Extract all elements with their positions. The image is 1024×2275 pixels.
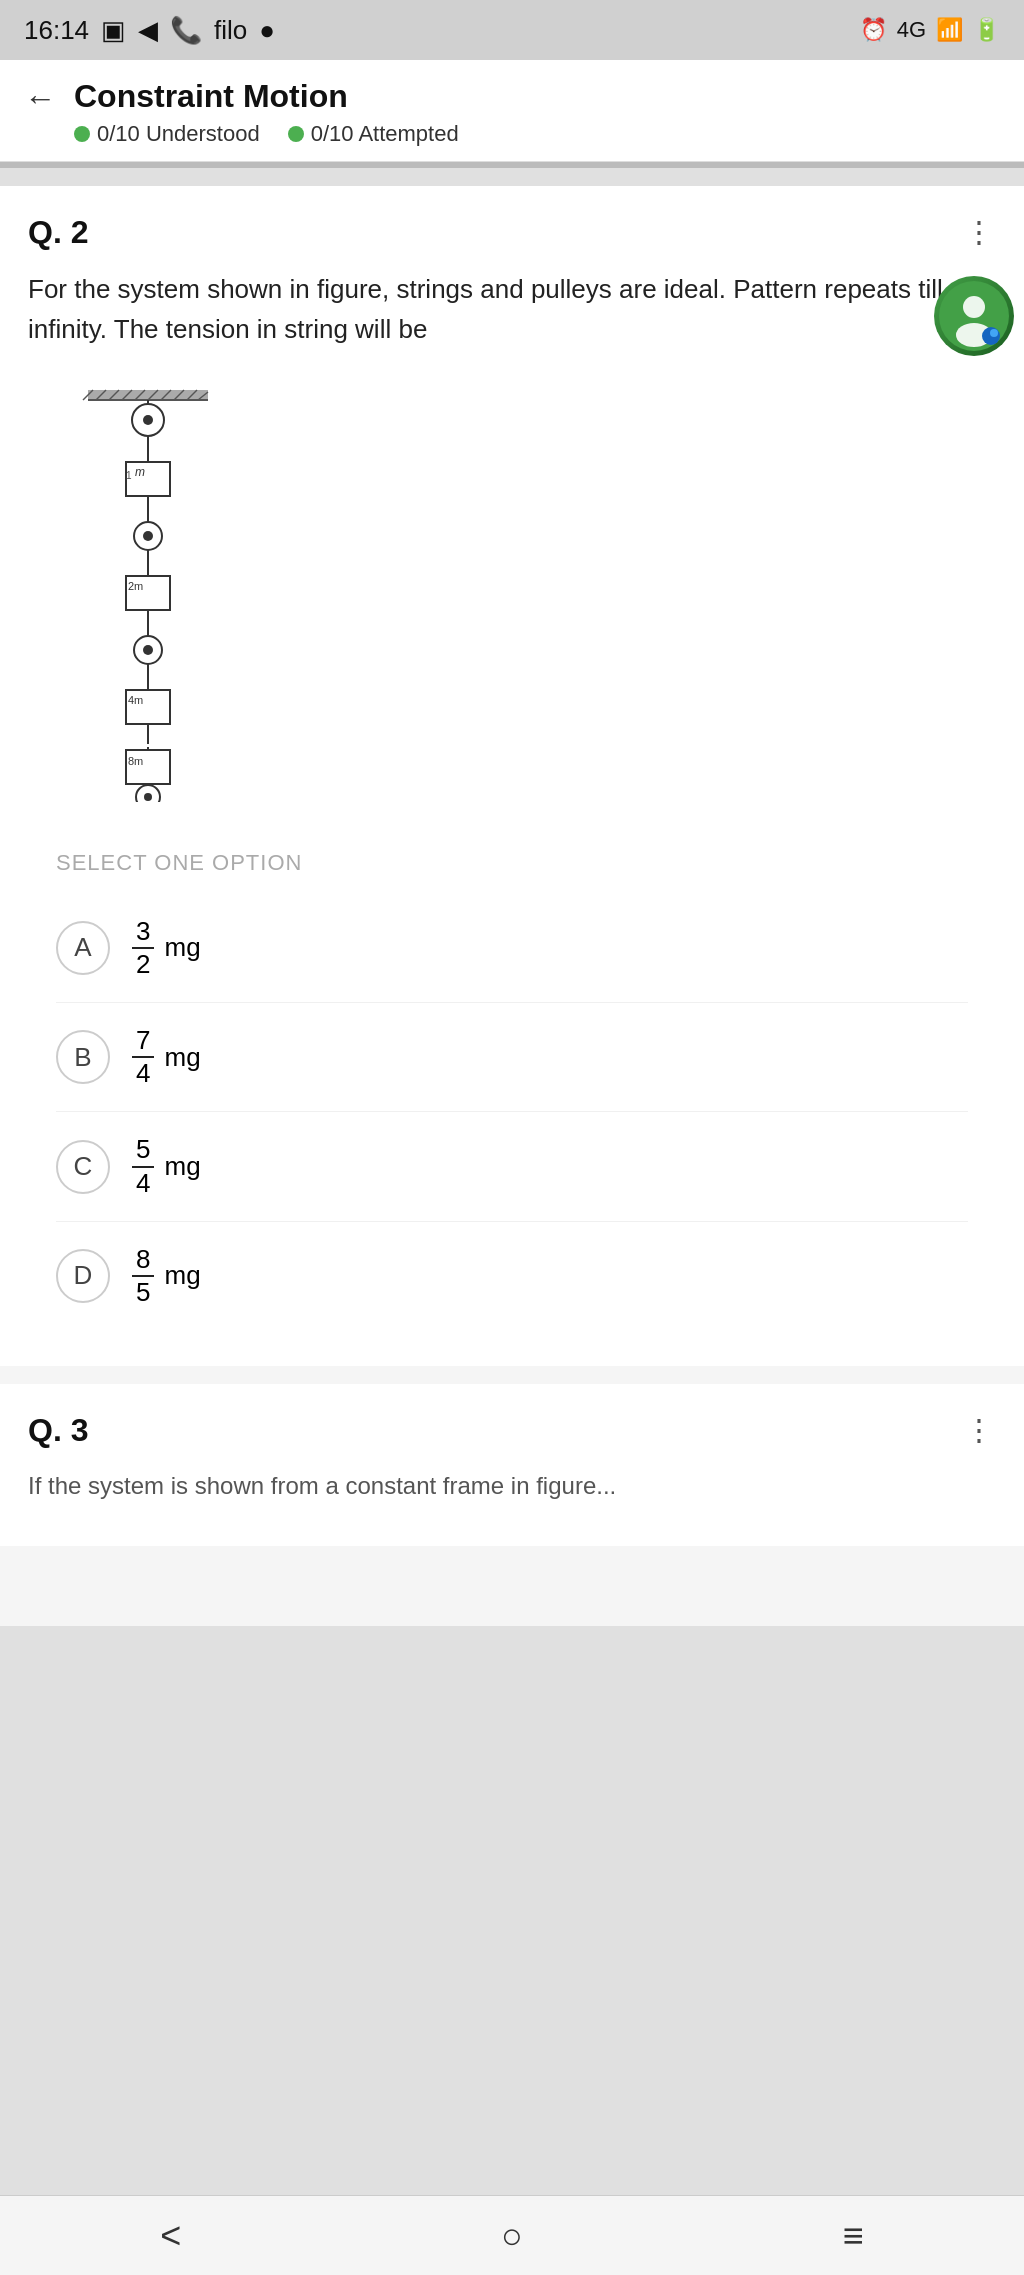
header: ← Constraint Motion 0/10 Understood 0/10… [0, 60, 1024, 162]
page-title: Constraint Motion [74, 78, 1000, 115]
back-nav-button[interactable]: < [121, 2206, 221, 2266]
header-badges: 0/10 Understood 0/10 Attempted [74, 121, 1000, 147]
understood-badge: 0/10 Understood [74, 121, 260, 147]
question-text: For the system shown in figure, strings … [28, 269, 996, 350]
understood-label: 0/10 Understood [97, 121, 260, 147]
main-content: Q. 2 ⋮ For the system shown in figure, s… [0, 186, 1024, 1626]
option-d-numerator: 8 [132, 1244, 154, 1277]
option-b-unit: mg [164, 1042, 200, 1073]
status-bar-right: ⏰ 4G 📶 🔋 [860, 17, 1000, 43]
svg-point-1 [963, 296, 985, 318]
svg-point-32 [143, 645, 153, 655]
svg-text:2m: 2m [128, 580, 143, 592]
avatar [934, 276, 1014, 356]
svg-rect-5 [88, 390, 208, 400]
status-bar: 16:14 ▣ ◀ 📞 filo ● ⏰ 4G 📶 🔋 [0, 0, 1024, 60]
svg-text:8m: 8m [128, 755, 143, 767]
question-3-number: Q. 3 [28, 1412, 88, 1449]
svg-point-4 [990, 329, 998, 337]
navigation-icon: ◀ [138, 15, 158, 46]
pulley-diagram: m 1 2m [58, 382, 258, 802]
svg-text:4m: 4m [128, 694, 143, 706]
option-a-denominator: 2 [132, 949, 154, 980]
question-header: Q. 2 ⋮ [28, 214, 996, 251]
option-a-circle: A [56, 921, 110, 975]
option-b-circle: B [56, 1030, 110, 1084]
option-d-circle: D [56, 1249, 110, 1303]
option-a[interactable]: A 3 2 mg [56, 894, 968, 1003]
status-bar-left: 16:14 ▣ ◀ 📞 filo ● [24, 15, 275, 46]
option-d-denominator: 5 [132, 1277, 154, 1308]
understood-dot [74, 126, 90, 142]
option-c-denominator: 4 [132, 1168, 154, 1199]
option-d-label: D [74, 1260, 93, 1291]
option-c-label: C [74, 1151, 93, 1182]
options-list: A 3 2 mg B 7 4 [28, 894, 996, 1331]
select-option-label: SELECT ONE OPTION [28, 850, 996, 876]
option-a-unit: mg [164, 932, 200, 963]
question-2-card: Q. 2 ⋮ For the system shown in figure, s… [0, 186, 1024, 1366]
option-b[interactable]: B 7 4 mg [56, 1003, 968, 1112]
question-3-card: Q. 3 ⋮ If the system is shown from a con… [0, 1384, 1024, 1546]
option-c[interactable]: C 5 4 mg [56, 1112, 968, 1221]
menu-nav-button[interactable]: ≡ [803, 2206, 903, 2266]
question-3-header: Q. 3 ⋮ [28, 1412, 996, 1449]
option-a-numerator: 3 [132, 916, 154, 949]
attempted-dot [288, 126, 304, 142]
signal-label: 4G [897, 17, 926, 43]
option-d-unit: mg [164, 1260, 200, 1291]
battery-icon: 🔋 [973, 17, 1000, 43]
app-name: filo [214, 15, 247, 46]
option-c-numerator: 5 [132, 1134, 154, 1167]
option-d[interactable]: D 8 5 mg [56, 1222, 968, 1330]
screen-icon: ▣ [101, 15, 126, 46]
option-b-fraction: 7 4 [132, 1025, 154, 1089]
option-a-label: A [74, 932, 91, 963]
progress-bar [0, 162, 1024, 168]
svg-text:1: 1 [126, 470, 132, 481]
time-display: 16:14 [24, 15, 89, 46]
signal-bars-icon: 📶 [936, 17, 963, 43]
option-c-fraction: 5 4 [132, 1134, 154, 1198]
attempted-badge: 0/10 Attempted [288, 121, 459, 147]
option-a-text: 3 2 mg [132, 916, 201, 980]
diagram-container: m 1 2m [28, 372, 996, 832]
svg-text:m: m [135, 465, 145, 479]
option-c-circle: C [56, 1140, 110, 1194]
svg-rect-21 [126, 462, 170, 496]
option-b-numerator: 7 [132, 1025, 154, 1058]
home-nav-button[interactable]: ○ [462, 2206, 562, 2266]
question-menu-button[interactable]: ⋮ [964, 214, 996, 249]
svg-point-42 [144, 793, 152, 801]
option-b-label: B [74, 1042, 91, 1073]
question-3-menu-button[interactable]: ⋮ [964, 1412, 996, 1447]
option-c-unit: mg [164, 1151, 200, 1182]
nav-spacer [0, 1546, 1024, 1626]
question-3-preview: If the system is shown from a constant f… [28, 1467, 996, 1504]
option-d-text: 8 5 mg [132, 1244, 201, 1308]
call-icon: 📞 [170, 15, 202, 46]
svg-point-18 [143, 415, 153, 425]
back-button[interactable]: ← [24, 80, 56, 117]
bottom-nav: < ○ ≡ [0, 2195, 1024, 2275]
option-c-text: 5 4 mg [132, 1134, 201, 1198]
progress-bar-container [0, 162, 1024, 168]
alarm-icon: ⏰ [860, 17, 887, 43]
svg-point-26 [143, 531, 153, 541]
avatar-svg [939, 281, 1009, 351]
attempted-label: 0/10 Attempted [311, 121, 459, 147]
header-info: Constraint Motion 0/10 Understood 0/10 A… [74, 78, 1000, 147]
option-b-text: 7 4 mg [132, 1025, 201, 1089]
option-b-denominator: 4 [132, 1058, 154, 1089]
question-number: Q. 2 [28, 214, 88, 251]
option-a-fraction: 3 2 [132, 916, 154, 980]
option-d-fraction: 8 5 [132, 1244, 154, 1308]
svg-point-3 [982, 327, 1000, 345]
dot-indicator: ● [259, 15, 275, 46]
